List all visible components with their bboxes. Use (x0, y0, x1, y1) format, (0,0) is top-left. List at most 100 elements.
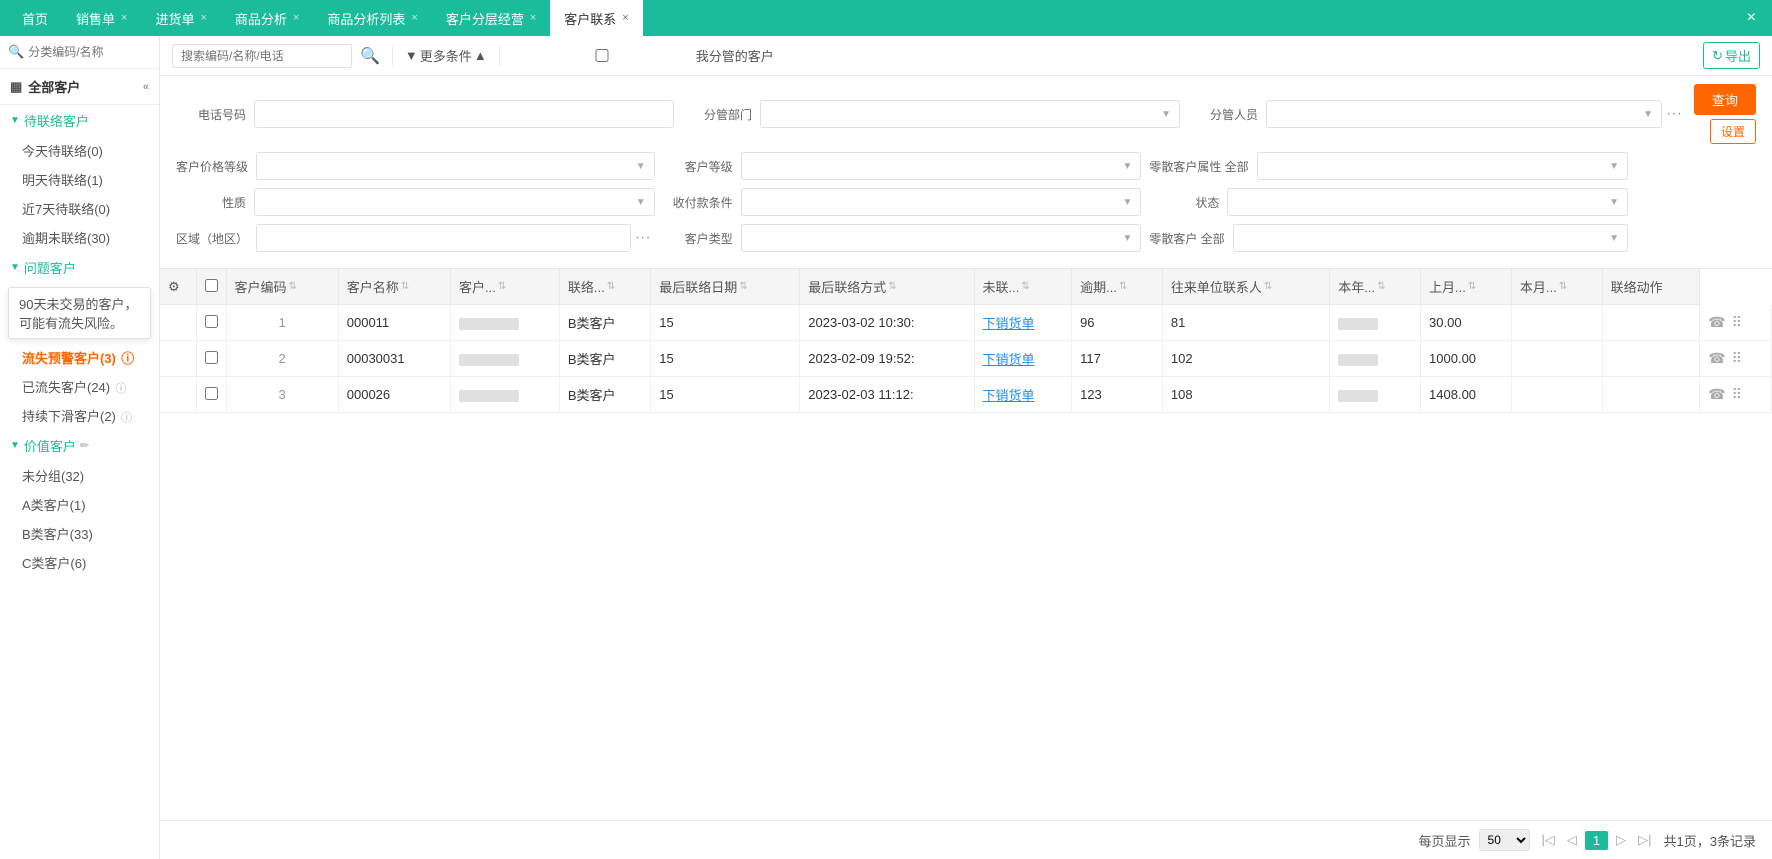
method-link[interactable]: 下销货单 (983, 352, 1035, 367)
my-customers-filter[interactable]: 我分管的客户 (512, 46, 774, 65)
grid-icon: ▦ (10, 79, 22, 95)
sidebar-item-week[interactable]: 近7天待联络(0) (0, 194, 159, 223)
nav-customer-contact[interactable]: 客户联系 × (550, 0, 642, 36)
sidebar-item-overdue[interactable]: 逾期未联络(30) (0, 223, 159, 252)
row-checkbox[interactable] (205, 387, 218, 400)
close-all-btn[interactable]: × (1739, 9, 1764, 27)
query-button[interactable]: 查询 (1694, 84, 1756, 115)
th-last-method[interactable]: 最后联络方式⇅ (800, 269, 974, 305)
status-select[interactable]: ▼ (1227, 188, 1628, 216)
nav-sales[interactable]: 销售单 × (62, 0, 141, 36)
top-navigation: 首页 销售单 × 进货单 × 商品分析 × 商品分析列表 × 客户分层经营 × … (0, 0, 1772, 36)
row-checkbox[interactable] (205, 315, 218, 328)
nav-goods-list-label: 商品分析列表 (327, 9, 405, 28)
sidebar-search-icon: 🔍 (8, 44, 24, 60)
next-page-btn[interactable]: ▷ (1612, 830, 1630, 850)
search-input[interactable] (172, 44, 352, 68)
current-page[interactable]: 1 (1585, 831, 1608, 850)
nav-customer-layer[interactable]: 客户分层经营 × (432, 0, 550, 36)
method-link[interactable]: 下销货单 (983, 388, 1035, 403)
cell-last-method[interactable]: 下销货单 (974, 341, 1072, 377)
row-checkbox[interactable] (205, 351, 218, 364)
scatter-attr-select[interactable]: ▼ (1257, 152, 1628, 180)
region-more-dots[interactable]: ··· (631, 229, 655, 247)
cell-last-method[interactable]: 下销货单 (974, 305, 1072, 341)
nav-customer-layer-close[interactable]: × (530, 12, 536, 24)
nav-goods-analysis-close[interactable]: × (293, 12, 299, 24)
dept-down-arrow: ▼ (1161, 109, 1171, 120)
nav-goods-analysis[interactable]: 商品分析 × (221, 0, 313, 36)
sidebar-all-customers[interactable]: ▦ 全部客户 « (0, 69, 159, 105)
nav-sales-close[interactable]: × (121, 12, 127, 24)
dept-select[interactable]: ▼ (760, 100, 1180, 128)
th-settings[interactable]: ⚙ (160, 269, 196, 305)
contact-icon[interactable]: ☎ (1708, 314, 1725, 331)
nav-purchase-close[interactable]: × (200, 12, 206, 24)
th-no-contact[interactable]: 未联...⇅ (974, 269, 1072, 305)
payment-select[interactable]: ▼ (741, 188, 1142, 216)
cell-last-method[interactable]: 下销货单 (974, 377, 1072, 413)
contact-icon[interactable]: ☎ (1708, 386, 1725, 403)
filter-customer-level: 客户等级 ▼ (663, 152, 1142, 180)
sidebar-group-pending-header[interactable]: ▼ 待联络客户 (0, 105, 159, 136)
prev-page-btn[interactable]: ◁ (1563, 830, 1581, 850)
more-action-icon[interactable]: ⠿ (1732, 386, 1742, 403)
sidebar-item-today[interactable]: 今天待联络(0) (0, 136, 159, 165)
per-page-select[interactable]: 50 20 100 (1479, 829, 1530, 851)
person-select[interactable]: ▼ (1266, 100, 1662, 128)
th-contact-count[interactable]: 联络...⇅ (559, 269, 650, 305)
my-customers-checkbox[interactable] (512, 49, 692, 62)
th-last-date[interactable]: 最后联络日期⇅ (651, 269, 800, 305)
th-code[interactable]: 客户编码⇅ (226, 269, 338, 305)
more-conditions-btn[interactable]: ▼ 更多条件 ▲ (405, 46, 487, 65)
search-button[interactable]: 🔍 (360, 46, 380, 66)
th-last-month[interactable]: 上月...⇅ (1421, 269, 1512, 305)
th-type[interactable]: 客户...⇅ (451, 269, 560, 305)
edit-icon[interactable]: ✏ (80, 439, 89, 452)
nav-goods-list[interactable]: 商品分析列表 × (313, 0, 431, 36)
nav-purchase[interactable]: 进货单 × (141, 0, 220, 36)
nav-goods-list-close[interactable]: × (411, 12, 417, 24)
th-contact-person[interactable]: 往来单位联系人⇅ (1162, 269, 1329, 305)
th-name[interactable]: 客户名称⇅ (338, 269, 450, 305)
customer-type-select[interactable]: ▼ (741, 224, 1142, 252)
more-action-icon[interactable]: ⠿ (1732, 350, 1742, 367)
sidebar-item-a-class[interactable]: A类客户(1) (0, 490, 159, 519)
select-all-checkbox[interactable] (205, 279, 218, 292)
sidebar-item-b-class[interactable]: B类客户(33) (0, 519, 159, 548)
nav-customer-contact-close[interactable]: × (622, 12, 628, 24)
scatter-attr-down-arrow: ▼ (1609, 161, 1619, 172)
collapse-icon[interactable]: « (143, 81, 149, 93)
customer-level-select[interactable]: ▼ (741, 152, 1142, 180)
sidebar-item-churn-warning[interactable]: 流失预警客户(3) ⓘ (0, 343, 159, 372)
person-more-dots[interactable]: ··· (1662, 105, 1686, 123)
sidebar-item-ungrouped[interactable]: 未分组(32) (0, 461, 159, 490)
sidebar-item-tomorrow[interactable]: 明天待联络(1) (0, 165, 159, 194)
last-page-btn[interactable]: ▷| (1634, 830, 1655, 850)
sidebar-search-input[interactable] (28, 45, 151, 59)
scatter-select[interactable]: ▼ (1233, 224, 1628, 252)
settings-button[interactable]: 设置 (1710, 119, 1756, 144)
th-this-year[interactable]: 本年...⇅ (1330, 269, 1421, 305)
region-input[interactable] (256, 224, 631, 252)
sidebar-item-declining[interactable]: 持续下滑客户(2) ⓘ (0, 401, 159, 430)
method-link[interactable]: 下销货单 (983, 316, 1035, 331)
price-level-select[interactable]: ▼ (256, 152, 655, 180)
th-overdue[interactable]: 逾期...⇅ (1072, 269, 1163, 305)
sidebar-group-value-header[interactable]: ▼ 价值客户 ✏ (0, 430, 159, 461)
nature-select[interactable]: ▼ (254, 188, 655, 216)
contact-icon[interactable]: ☎ (1708, 350, 1725, 367)
settings-icon[interactable]: ⚙ (168, 279, 180, 294)
th-this-month[interactable]: 本月...⇅ (1511, 269, 1602, 305)
sidebar-item-churned[interactable]: 已流失客户(24) ⓘ (0, 372, 159, 401)
sidebar-item-c-class[interactable]: C类客户(6) (0, 548, 159, 577)
cell-empty (160, 305, 196, 341)
filter-row-1: 电话号码 分管部门 ▼ 分管人员 ▼ ··· (176, 84, 1756, 144)
export-button[interactable]: ↻ 导出 (1703, 42, 1760, 69)
nav-home[interactable]: 首页 (8, 0, 62, 36)
sidebar-group-problem-header[interactable]: ▼ 问题客户 (0, 252, 159, 283)
more-action-icon[interactable]: ⠿ (1732, 314, 1742, 331)
first-page-btn[interactable]: |◁ (1538, 830, 1559, 850)
phone-input[interactable] (254, 100, 674, 128)
cell-contact-count: 15 (651, 341, 800, 377)
